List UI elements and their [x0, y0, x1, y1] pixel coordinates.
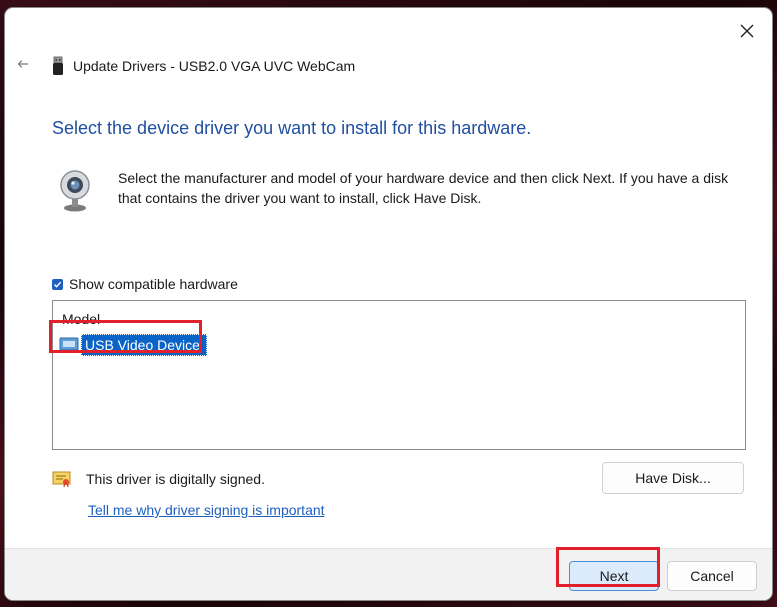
next-button[interactable]: Next	[569, 561, 659, 591]
driver-signed-row: This driver is digitally signed.	[52, 470, 265, 488]
driver-signed-text: This driver is digitally signed.	[86, 471, 265, 487]
list-item-label: USB Video Device	[81, 334, 207, 356]
certificate-icon	[52, 471, 71, 488]
driver-signing-link[interactable]: Tell me why driver signing is important	[88, 502, 325, 518]
have-disk-button[interactable]: Have Disk...	[602, 462, 744, 494]
close-icon	[740, 24, 754, 38]
back-button[interactable]	[13, 56, 33, 72]
window-title: Update Drivers - USB2.0 VGA UVC WebCam	[73, 58, 356, 74]
instruction-text: Select the manufacturer and model of you…	[118, 170, 729, 206]
show-compatible-checkbox[interactable]	[52, 278, 63, 290]
window-title-row: Update Drivers - USB2.0 VGA UVC WebCam	[51, 54, 355, 78]
model-listbox[interactable]: Model USB Video Device	[52, 300, 746, 450]
page-heading: Select the device driver you want to ins…	[52, 118, 532, 138]
dialog-footer: Next Cancel	[5, 548, 772, 600]
list-item-usb-video-device[interactable]: USB Video Device	[59, 334, 207, 356]
driver-chip-icon	[59, 337, 79, 353]
back-arrow-icon	[17, 60, 28, 68]
cancel-button[interactable]: Cancel	[667, 561, 757, 591]
list-header-model: Model	[62, 311, 101, 327]
webcam-icon	[57, 168, 93, 217]
show-compatible-label: Show compatible hardware	[69, 276, 238, 292]
checkmark-icon	[54, 281, 62, 288]
update-drivers-dialog: Update Drivers - USB2.0 VGA UVC WebCam S…	[5, 8, 772, 600]
close-button[interactable]	[732, 16, 762, 46]
usb-device-icon	[53, 56, 63, 75]
show-compatible-checkbox-row[interactable]: Show compatible hardware	[52, 276, 238, 292]
